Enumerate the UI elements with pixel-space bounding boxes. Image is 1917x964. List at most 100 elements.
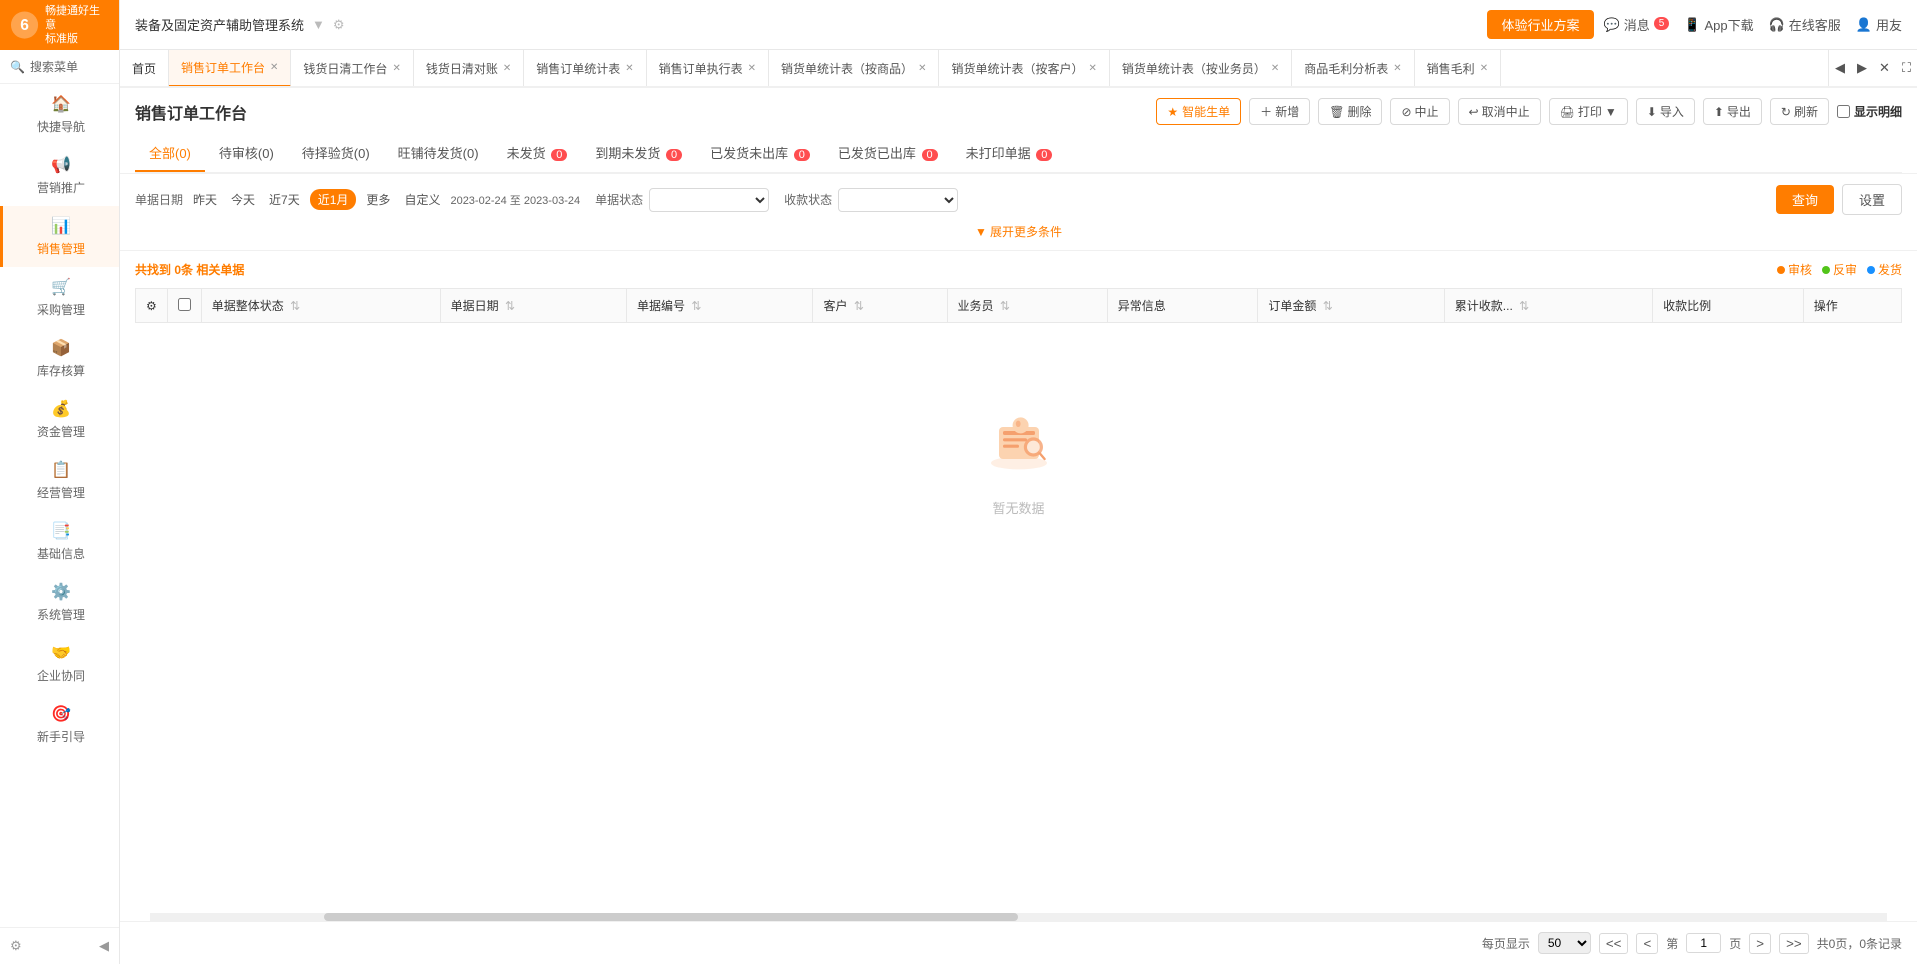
tab-home[interactable]: 首页	[120, 50, 169, 87]
subtab-shipped-not-out[interactable]: 已发货未出库 0	[696, 135, 824, 172]
tab-close-sales-customer[interactable]: ✕	[1088, 63, 1096, 74]
status-select[interactable]	[649, 188, 769, 212]
reverse-audit-btn[interactable]: 反审	[1822, 261, 1857, 278]
sidebar-item-operation[interactable]: 📋 经营管理	[0, 450, 119, 511]
display-detail-checkbox[interactable]	[1837, 105, 1850, 118]
ship-action-btn[interactable]: 发货	[1867, 261, 1902, 278]
page-size-select[interactable]: 50 10 20 100	[1538, 932, 1591, 954]
date-shortcut-custom[interactable]: 自定义	[400, 189, 444, 210]
sidebar-item-purchase[interactable]: 🛒 采购管理	[0, 267, 119, 328]
date-shortcut-today[interactable]: 今天	[227, 189, 259, 210]
tab-close-order-exec[interactable]: ✕	[748, 63, 756, 74]
message-btn[interactable]: 💬 消息 5	[1604, 15, 1670, 34]
next-page-btn[interactable]: >	[1749, 933, 1771, 954]
sidebar-item-basic[interactable]: 📑 基础信息	[0, 511, 119, 572]
tab-close-all[interactable]: ✕	[1873, 50, 1896, 87]
app-download-btn[interactable]: 📱 App下载	[1684, 15, 1753, 34]
tab-sales-product[interactable]: 销货单统计表（按商品） ✕	[769, 50, 939, 87]
sidebar-item-newbie[interactable]: 🎯 新手引导	[0, 694, 119, 755]
tab-sales-customer[interactable]: 销货单统计表（按客户） ✕	[939, 50, 1109, 87]
display-detail-label[interactable]: 显示明细	[1837, 103, 1902, 120]
th-status[interactable]: 单据整体状态 ⇅	[201, 289, 440, 323]
tab-order-exec[interactable]: 销售订单执行表 ✕	[647, 50, 769, 87]
tab-close-sales-order[interactable]: ✕	[270, 62, 278, 73]
sidebar-item-nav[interactable]: 🏠 快捷导航	[0, 84, 119, 145]
chevron-down-icon[interactable]: ▼	[312, 17, 325, 32]
date-shortcut-1month[interactable]: 近1月	[310, 189, 357, 210]
select-all-checkbox[interactable]	[178, 298, 191, 311]
tab-next-arrow[interactable]: ▶	[1851, 50, 1873, 87]
experience-btn[interactable]: 体验行业方案	[1487, 10, 1593, 39]
tab-close-reconcile[interactable]: ✕	[503, 63, 511, 74]
tab-close-sales-staff[interactable]: ✕	[1271, 63, 1279, 74]
date-shortcut-more[interactable]: 更多	[362, 189, 394, 210]
tab-sales-staff[interactable]: 销货单统计表（按业务员） ✕	[1110, 50, 1292, 87]
sidebar-item-system[interactable]: ⚙️ 系统管理	[0, 572, 119, 633]
subtab-overdue-ship[interactable]: 到期未发货 0	[581, 135, 696, 172]
tab-reconcile[interactable]: 钱货日清对账 ✕	[414, 50, 524, 87]
first-page-btn[interactable]: <<	[1599, 933, 1629, 954]
prev-page-btn[interactable]: <	[1636, 933, 1658, 954]
tab-order-stats[interactable]: 销售订单统计表 ✕	[524, 50, 646, 87]
tab-prev-arrow[interactable]: ◀	[1829, 50, 1851, 87]
tab-gross-profit[interactable]: 商品毛利分析表 ✕	[1292, 50, 1414, 87]
th-date[interactable]: 单据日期 ⇅	[440, 289, 626, 323]
user-btn[interactable]: 👤 用友	[1856, 15, 1902, 34]
sidebar-item-finance[interactable]: 💰 资金管理	[0, 389, 119, 450]
th-settings[interactable]: ⚙	[136, 289, 168, 323]
payment-select[interactable]	[838, 188, 958, 212]
sidebar-item-corp[interactable]: 🤝 企业协同	[0, 633, 119, 694]
date-shortcut-7days[interactable]: 近7天	[265, 189, 304, 210]
online-service-btn[interactable]: 🎧 在线客服	[1769, 15, 1841, 34]
subtab-shipped-out[interactable]: 已发货已出库 0	[824, 135, 952, 172]
th-number[interactable]: 单据编号 ⇅	[627, 289, 813, 323]
delete-btn[interactable]: 🗑 删除	[1318, 98, 1382, 125]
subtab-all[interactable]: 全部(0)	[135, 135, 205, 172]
data-table: ⚙ 单据整体状态 ⇅ 单据日期 ⇅ 单据编号 ⇅ 客户	[135, 288, 1902, 597]
import-btn[interactable]: ⬇ 导入	[1636, 98, 1695, 125]
th-order-amount[interactable]: 订单金额 ⇅	[1258, 289, 1444, 323]
tab-maximize[interactable]: ⛶	[1896, 50, 1917, 87]
topbar-settings-icon[interactable]: ⚙	[333, 17, 345, 33]
tab-close-daily-clear[interactable]: ✕	[392, 63, 400, 74]
page-input[interactable]	[1686, 933, 1721, 953]
scroll-thumb[interactable]	[324, 913, 1019, 921]
tab-sales-order[interactable]: 销售订单工作台 ✕	[169, 50, 291, 87]
date-shortcut-yesterday[interactable]: 昨天	[189, 189, 221, 210]
expand-filter-btn[interactable]: ▼ 展开更多条件	[975, 223, 1062, 240]
th-staff[interactable]: 业务员 ⇅	[947, 289, 1107, 323]
tab-sales-gross[interactable]: 销售毛利 ✕	[1415, 50, 1501, 87]
setting-btn[interactable]: 设置	[1842, 184, 1902, 215]
subtab-wangpu-ship[interactable]: 旺铺待发货(0)	[384, 135, 493, 172]
export-btn[interactable]: ⬆ 导出	[1703, 98, 1762, 125]
sidebar-item-inventory[interactable]: 📦 库存核算	[0, 328, 119, 389]
tab-close-sales-product[interactable]: ✕	[918, 63, 926, 74]
th-customer[interactable]: 客户 ⇅	[813, 289, 947, 323]
subtab-unshipped[interactable]: 未发货 0	[493, 135, 582, 172]
cancel-stop-btn[interactable]: ↩ 取消中止	[1458, 98, 1541, 125]
horizontal-scrollbar[interactable]	[150, 913, 1887, 921]
smart-order-btn[interactable]: ★ 智能生单	[1156, 98, 1241, 125]
tab-close-sales-gross[interactable]: ✕	[1480, 63, 1488, 74]
tab-close-order-stats[interactable]: ✕	[625, 63, 633, 74]
query-btn[interactable]: 查询	[1776, 185, 1834, 214]
sidebar-item-promotion[interactable]: 📢 营销推广	[0, 145, 119, 206]
last-page-btn[interactable]: >>	[1779, 933, 1809, 954]
subtab-pending-inspect[interactable]: 待择验货(0)	[288, 135, 384, 172]
tab-close-gross-profit[interactable]: ✕	[1393, 63, 1401, 74]
cancel-stop-icon: ↩	[1469, 105, 1479, 119]
sidebar-item-sales[interactable]: 📊 销售管理	[0, 206, 119, 267]
th-accumulated[interactable]: 累计收款... ⇅	[1444, 289, 1652, 323]
new-order-btn[interactable]: ＋ 新增	[1249, 98, 1310, 125]
refresh-btn[interactable]: ↻ 刷新	[1770, 98, 1829, 125]
th-checkbox[interactable]	[167, 289, 201, 323]
collapse-icon[interactable]: ◀	[99, 938, 109, 954]
subtab-unprinted[interactable]: 未打印单据 0	[952, 135, 1067, 172]
audit-action-btn[interactable]: 审核	[1777, 261, 1812, 278]
stop-btn[interactable]: ⊘ 中止	[1390, 98, 1449, 125]
sidebar-search[interactable]: 🔍 搜索菜单	[0, 50, 119, 84]
print-btn[interactable]: 🖨 打印 ▼	[1549, 98, 1628, 125]
subtab-pending-audit[interactable]: 待审核(0)	[205, 135, 288, 172]
tab-daily-clear[interactable]: 钱货日清工作台 ✕	[291, 50, 413, 87]
settings-icon[interactable]: ⚙	[10, 938, 22, 954]
